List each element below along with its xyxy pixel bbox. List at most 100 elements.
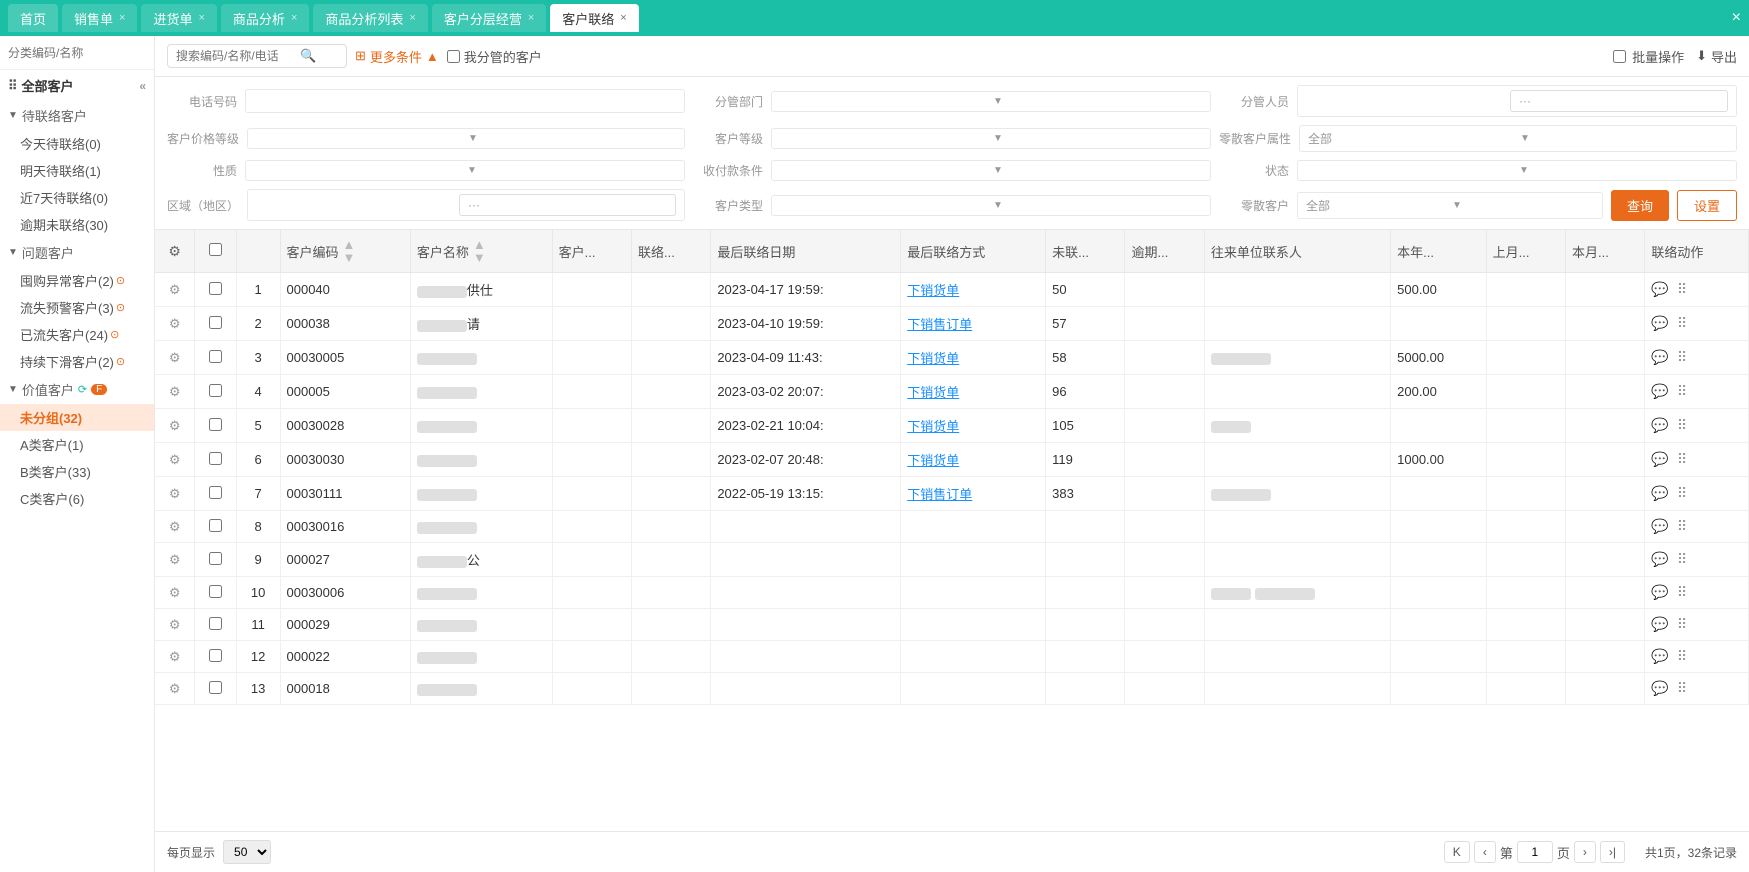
name-sort-arrows[interactable]: ▲▼ xyxy=(473,238,486,264)
row-checkbox[interactable] xyxy=(209,418,222,431)
code-sort-arrows[interactable]: ▲▼ xyxy=(343,238,356,264)
tab-sales[interactable]: 销售单 × xyxy=(62,4,137,32)
row-checkbox[interactable] xyxy=(209,681,222,694)
table-cell[interactable] xyxy=(195,307,236,341)
table-cell-actions[interactable]: 💬 ⠿ xyxy=(1645,375,1749,409)
contact-method-link[interactable]: 下销货单 xyxy=(907,283,959,298)
chat-icon[interactable]: 💬 xyxy=(1651,518,1668,535)
tab-product-analysis[interactable]: 商品分析 × xyxy=(221,4,309,32)
sidebar-item-b-tier[interactable]: B类客户(33) xyxy=(0,458,154,485)
table-cell[interactable]: 下销货单 xyxy=(901,341,1046,375)
sidebar-item-tomorrow-pending[interactable]: 明天待联络(1) xyxy=(0,157,154,184)
reset-button[interactable]: 设置 xyxy=(1677,190,1737,221)
th-contact[interactable]: 联络... xyxy=(631,230,710,273)
tab-purchase[interactable]: 进货单 × xyxy=(141,4,216,32)
table-cell[interactable]: 下销售订单 xyxy=(901,307,1046,341)
batch-operations-button[interactable]: 批量操作 xyxy=(1613,47,1684,66)
th-type[interactable]: 客户... xyxy=(552,230,631,273)
sidebar-item-churn-warning[interactable]: 流失预警客户(3) ⊙ xyxy=(0,294,154,321)
row-checkbox[interactable] xyxy=(209,486,222,499)
table-cell-actions[interactable]: 💬 ⠿ xyxy=(1645,641,1749,673)
my-customers-filter[interactable]: 我分管的客户 xyxy=(447,47,542,66)
table-cell-actions[interactable]: 💬 ⠿ xyxy=(1645,477,1749,511)
close-product-analysis-list-icon[interactable]: × xyxy=(409,12,415,24)
table-cell[interactable]: 下销售订单 xyxy=(901,477,1046,511)
grid-action-icon[interactable]: ⠿ xyxy=(1677,417,1687,434)
collapse-sidebar-icon[interactable]: « xyxy=(139,79,146,93)
table-cell-actions[interactable]: 💬 ⠿ xyxy=(1645,341,1749,375)
person-dropdown[interactable]: ··· xyxy=(1297,85,1737,117)
th-this-year[interactable]: 本年... xyxy=(1391,230,1487,273)
th-settings[interactable]: ⚙ xyxy=(155,230,195,273)
page-number-input[interactable] xyxy=(1517,841,1553,863)
score-group-header[interactable]: ▼ 价值客户 ⟳ F xyxy=(0,375,154,404)
chat-icon[interactable]: 💬 xyxy=(1651,451,1668,468)
close-customer-contact-icon[interactable]: × xyxy=(620,12,626,24)
sidebar-item-churned[interactable]: 已流失客户(24) ⊙ xyxy=(0,321,154,348)
grid-action-icon[interactable]: ⠿ xyxy=(1677,451,1687,468)
prev-page-button[interactable]: ‹ xyxy=(1474,841,1496,863)
settings-icon[interactable]: ⚙ xyxy=(168,243,181,259)
search-icon[interactable]: 🔍 xyxy=(300,48,316,64)
table-cell-actions[interactable]: 💬 ⠿ xyxy=(1645,443,1749,477)
table-cell[interactable] xyxy=(195,375,236,409)
table-cell[interactable]: 下销货单 xyxy=(901,273,1046,307)
th-contact-action[interactable]: 联络动作 xyxy=(1645,230,1749,273)
sidebar-item-overdue-contact[interactable]: 逾期未联络(30) xyxy=(0,211,154,238)
sidebar-item-today-pending[interactable]: 今天待联络(0) xyxy=(0,130,154,157)
close-sales-icon[interactable]: × xyxy=(119,12,125,24)
row-checkbox[interactable] xyxy=(209,282,222,295)
table-cell[interactable] xyxy=(195,409,236,443)
row-checkbox[interactable] xyxy=(209,552,222,565)
th-this-month[interactable]: 本月... xyxy=(1566,230,1645,273)
next-page-button[interactable]: › xyxy=(1574,841,1596,863)
tab-home[interactable]: 首页 xyxy=(8,4,58,32)
tab-product-analysis-list[interactable]: 商品分析列表 × xyxy=(313,4,427,32)
table-cell-actions[interactable]: 💬 ⠿ xyxy=(1645,511,1749,543)
th-last-month[interactable]: 上月... xyxy=(1486,230,1565,273)
sidebar-item-c-tier[interactable]: C类客户(6) xyxy=(0,485,154,512)
table-cell-actions[interactable]: 💬 ⠿ xyxy=(1645,673,1749,705)
region-dropdown[interactable]: ··· xyxy=(247,189,685,221)
batch-checkbox[interactable] xyxy=(1613,50,1626,63)
row-checkbox[interactable] xyxy=(209,350,222,363)
table-cell[interactable] xyxy=(195,543,236,577)
sidebar-search-input[interactable] xyxy=(8,46,155,60)
close-customer-tier-icon[interactable]: × xyxy=(528,12,534,24)
region-ellipsis-icon[interactable]: ··· xyxy=(459,194,676,216)
table-cell[interactable]: 下销货单 xyxy=(901,375,1046,409)
my-customers-checkbox[interactable] xyxy=(447,50,460,63)
customer-type-dropdown[interactable]: ▼ xyxy=(771,195,1211,216)
nature-dropdown[interactable]: ▼ xyxy=(245,160,685,181)
th-code[interactable]: 客户编码 ▲▼ xyxy=(280,230,410,273)
th-name[interactable]: 客户名称 ▲▼ xyxy=(410,230,552,273)
more-conditions-button[interactable]: ⊞ 更多条件 ▲ xyxy=(355,47,439,66)
problem-group-header[interactable]: ▼ 问题客户 xyxy=(0,238,154,267)
th-no-contact-days[interactable]: 未联... xyxy=(1046,230,1125,273)
grid-action-icon[interactable]: ⠿ xyxy=(1677,518,1687,535)
table-cell[interactable] xyxy=(195,609,236,641)
table-cell-actions[interactable]: 💬 ⠿ xyxy=(1645,577,1749,609)
table-cell-actions[interactable]: 💬 ⠿ xyxy=(1645,307,1749,341)
row-checkbox[interactable] xyxy=(209,316,222,329)
chat-icon[interactable]: 💬 xyxy=(1651,485,1668,502)
grid-action-icon[interactable]: ⠿ xyxy=(1677,584,1687,601)
contact-method-link[interactable]: 下销货单 xyxy=(907,351,959,366)
contact-method-link[interactable]: 下销货单 xyxy=(907,385,959,400)
th-unit-contact[interactable]: 往来单位联系人 xyxy=(1204,230,1390,273)
sidebar-item-declining[interactable]: 持续下滑客户(2) ⊙ xyxy=(0,348,154,375)
table-cell-actions[interactable]: 💬 ⠿ xyxy=(1645,609,1749,641)
chat-icon[interactable]: 💬 xyxy=(1651,680,1668,697)
chat-icon[interactable]: 💬 xyxy=(1651,648,1668,665)
chat-icon[interactable]: 💬 xyxy=(1651,616,1668,633)
table-cell[interactable] xyxy=(195,273,236,307)
person-ellipsis-icon[interactable]: ··· xyxy=(1510,90,1728,112)
customer-tier-dropdown[interactable]: ▼ xyxy=(771,128,1211,149)
select-all-checkbox[interactable] xyxy=(209,243,222,256)
contact-method-link[interactable]: 下销货单 xyxy=(907,419,959,434)
last-page-button[interactable]: ›| xyxy=(1600,841,1625,863)
per-page-select[interactable]: 50 xyxy=(223,840,271,864)
table-cell-actions[interactable]: 💬 ⠿ xyxy=(1645,273,1749,307)
sidebar-item-ungroup[interactable]: 未分组(32) xyxy=(0,404,154,431)
retail-customer-dropdown[interactable]: 全部 ▼ xyxy=(1297,192,1603,219)
